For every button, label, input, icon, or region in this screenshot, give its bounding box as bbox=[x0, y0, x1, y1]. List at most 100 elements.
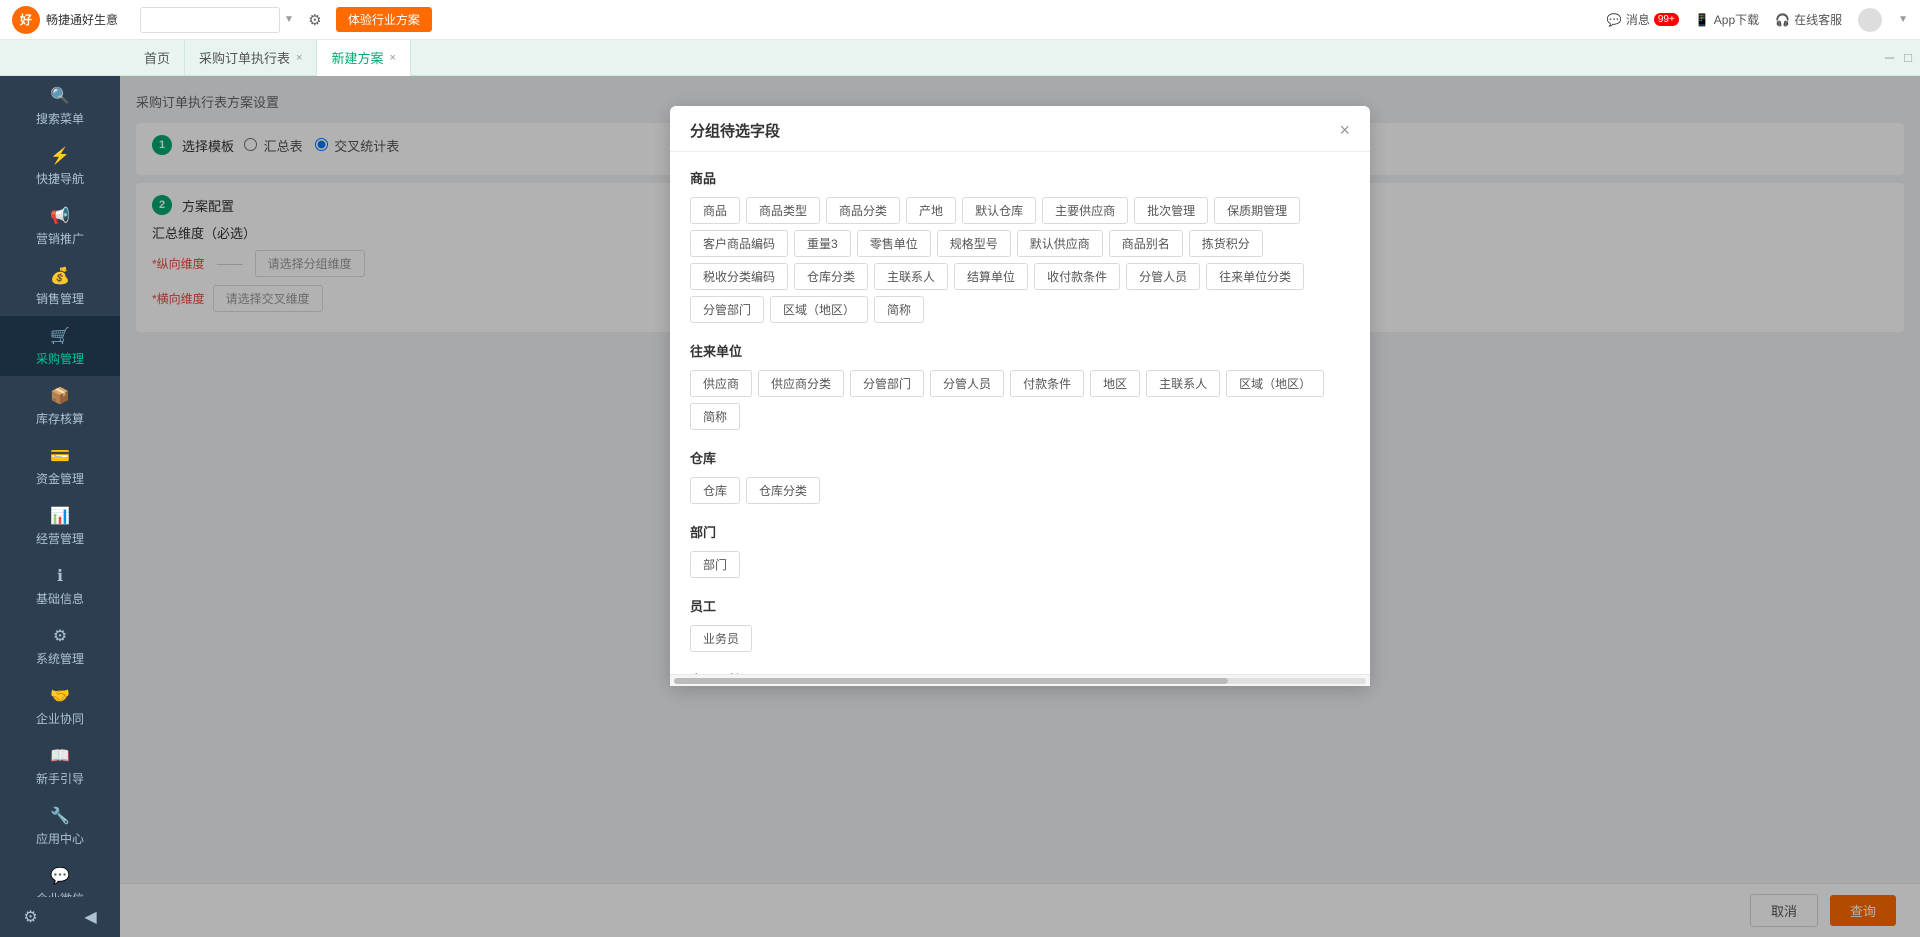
section-title-仓库: 仓库 bbox=[690, 448, 1350, 467]
field-tags-员工: 业务员 bbox=[690, 625, 1350, 652]
sidebar-item-quicknav[interactable]: ⚡ 快捷导航 bbox=[0, 136, 120, 196]
field-tag-地区[interactable]: 地区 bbox=[1090, 370, 1140, 397]
online-service-label: 在线客服 bbox=[1794, 11, 1842, 28]
sidebar-item-operations[interactable]: 📊 经营管理 bbox=[0, 496, 120, 556]
sidebar-item-appstore-label: 应用中心 bbox=[36, 830, 84, 847]
avatar[interactable] bbox=[1858, 8, 1882, 32]
tab-expand[interactable]: □ bbox=[1904, 50, 1912, 65]
modal-scroll-bar[interactable] bbox=[670, 674, 1370, 686]
modal: 分组待选字段 × 商品商品商品类型商品分类产地默认仓库主要供应商批次管理保质期管… bbox=[670, 106, 1370, 686]
field-tag-分管人员[interactable]: 分管人员 bbox=[930, 370, 1004, 397]
field-tag-往来单位分类[interactable]: 往来单位分类 bbox=[1206, 263, 1304, 290]
lightning-icon: ⚡ bbox=[50, 146, 70, 166]
field-tag-分管人员[interactable]: 分管人员 bbox=[1126, 263, 1200, 290]
sidebar-item-quicknav-label: 快捷导航 bbox=[36, 170, 84, 187]
sidebar-item-sales[interactable]: 💰 销售管理 bbox=[0, 256, 120, 316]
field-section-部门: 部门部门 bbox=[690, 522, 1350, 578]
field-tag-供应商[interactable]: 供应商 bbox=[690, 370, 752, 397]
tab-new-plan-label: 新建方案 bbox=[331, 48, 383, 67]
chevron-down-icon: ▼ bbox=[284, 14, 294, 25]
sidebar-item-system-label: 系统管理 bbox=[36, 650, 84, 667]
sidebar-item-base[interactable]: ℹ 基础信息 bbox=[0, 556, 120, 616]
sidebar-item-operations-label: 经营管理 bbox=[36, 530, 84, 547]
field-tag-默认仓库[interactable]: 默认仓库 bbox=[962, 197, 1036, 224]
sidebar-collapse-btn[interactable]: ◀ bbox=[84, 907, 96, 927]
field-tag-供应商分类[interactable]: 供应商分类 bbox=[758, 370, 844, 397]
field-tag-商品分类[interactable]: 商品分类 bbox=[826, 197, 900, 224]
user-dropdown[interactable]: ▼ bbox=[1898, 14, 1908, 25]
sidebar-item-appstore[interactable]: 🔧 应用中心 bbox=[0, 796, 120, 856]
field-tag-分管部门[interactable]: 分管部门 bbox=[690, 296, 764, 323]
field-tag-仓库分类[interactable]: 仓库分类 bbox=[794, 263, 868, 290]
tab-minimize[interactable]: － bbox=[1883, 48, 1896, 67]
money-icon: 💰 bbox=[50, 266, 70, 286]
field-tag-规格型号[interactable]: 规格型号 bbox=[937, 230, 1011, 257]
section-title-部门: 部门 bbox=[690, 522, 1350, 541]
field-tag-分管部门[interactable]: 分管部门 bbox=[850, 370, 924, 397]
field-tag-简称[interactable]: 简称 bbox=[690, 403, 740, 430]
search-input[interactable] bbox=[140, 7, 280, 33]
tab-purchase-close[interactable]: × bbox=[296, 52, 302, 64]
online-service-item[interactable]: 🎧 在线客服 bbox=[1775, 11, 1842, 28]
field-section-仓库: 仓库仓库仓库分类 bbox=[690, 448, 1350, 504]
field-tag-部门[interactable]: 部门 bbox=[690, 551, 740, 578]
tab-home[interactable]: 首页 bbox=[130, 40, 185, 76]
tab-purchase-list[interactable]: 采购订单执行表 × bbox=[185, 40, 317, 76]
field-tag-批次管理[interactable]: 批次管理 bbox=[1134, 197, 1208, 224]
field-tag-客户商品编码[interactable]: 客户商品编码 bbox=[690, 230, 788, 257]
logo-icon: 好 bbox=[12, 6, 40, 34]
field-tag-主要供应商[interactable]: 主要供应商 bbox=[1042, 197, 1128, 224]
modal-close-button[interactable]: × bbox=[1339, 120, 1350, 141]
sidebar-item-finance[interactable]: 💳 资金管理 bbox=[0, 436, 120, 496]
top-right: 💬 消息 99+ 📱 App下载 🎧 在线客服 ▼ bbox=[1607, 8, 1908, 32]
field-tag-税收分类编码[interactable]: 税收分类编码 bbox=[690, 263, 788, 290]
field-tag-商品类型[interactable]: 商品类型 bbox=[746, 197, 820, 224]
sidebar-settings-btn[interactable]: ⚙ bbox=[23, 907, 37, 927]
gear-button[interactable]: ⚙ bbox=[302, 7, 328, 33]
sidebar-item-inventory[interactable]: 📦 库存核算 bbox=[0, 376, 120, 436]
field-tag-商品[interactable]: 商品 bbox=[690, 197, 740, 224]
field-tags-部门: 部门 bbox=[690, 551, 1350, 578]
field-tag-付款条件[interactable]: 付款条件 bbox=[1010, 370, 1084, 397]
sidebar-item-base-label: 基础信息 bbox=[36, 590, 84, 607]
sidebar: 🔍 搜索菜单 ⚡ 快捷导航 📢 营销推广 💰 销售管理 🛒 采购管理 📦 库存核… bbox=[0, 76, 120, 937]
cart-icon: 🛒 bbox=[50, 326, 70, 346]
sidebar-item-system[interactable]: ⚙ 系统管理 bbox=[0, 616, 120, 676]
sidebar-item-search[interactable]: 🔍 搜索菜单 bbox=[0, 76, 120, 136]
message-item[interactable]: 💬 消息 99+ bbox=[1607, 11, 1679, 28]
box-icon: 📦 bbox=[50, 386, 70, 406]
sidebar-item-purchase[interactable]: 🛒 采购管理 bbox=[0, 316, 120, 376]
search-icon: 🔍 bbox=[50, 86, 70, 106]
field-tag-仓库分类[interactable]: 仓库分类 bbox=[746, 477, 820, 504]
field-tag-业务员[interactable]: 业务员 bbox=[690, 625, 752, 652]
field-tag-主联系人[interactable]: 主联系人 bbox=[1146, 370, 1220, 397]
field-tag-仓库[interactable]: 仓库 bbox=[690, 477, 740, 504]
field-tag-零售单位[interactable]: 零售单位 bbox=[857, 230, 931, 257]
field-tag-商品别名[interactable]: 商品别名 bbox=[1109, 230, 1183, 257]
field-tag-区域（地区）[interactable]: 区域（地区） bbox=[770, 296, 868, 323]
tab-new-plan-close[interactable]: × bbox=[389, 52, 395, 64]
app-download-item[interactable]: 📱 App下载 bbox=[1695, 11, 1759, 28]
field-tag-结算单位[interactable]: 结算单位 bbox=[954, 263, 1028, 290]
tab-new-plan[interactable]: 新建方案 × bbox=[317, 40, 410, 76]
field-tag-保质期管理[interactable]: 保质期管理 bbox=[1214, 197, 1300, 224]
field-tag-产地[interactable]: 产地 bbox=[906, 197, 956, 224]
field-tag-收付款条件[interactable]: 收付款条件 bbox=[1034, 263, 1120, 290]
field-tag-区域（地区）[interactable]: 区域（地区） bbox=[1226, 370, 1324, 397]
sidebar-item-marketing[interactable]: 📢 营销推广 bbox=[0, 196, 120, 256]
field-tag-默认供应商[interactable]: 默认供应商 bbox=[1017, 230, 1103, 257]
field-tag-主联系人[interactable]: 主联系人 bbox=[874, 263, 948, 290]
field-section-商品: 商品商品商品类型商品分类产地默认仓库主要供应商批次管理保质期管理客户商品编码重量… bbox=[690, 168, 1350, 323]
sidebar-item-guide[interactable]: 📖 新手引导 bbox=[0, 736, 120, 796]
field-tag-简称[interactable]: 简称 bbox=[874, 296, 924, 323]
sidebar-item-collab[interactable]: 🤝 企业协同 bbox=[0, 676, 120, 736]
experience-button[interactable]: 体验行业方案 bbox=[336, 7, 432, 32]
field-tag-重量3[interactable]: 重量3 bbox=[794, 230, 851, 257]
field-tag-拣货积分[interactable]: 拣货积分 bbox=[1189, 230, 1263, 257]
message-icon: 💬 bbox=[1607, 13, 1622, 27]
sidebar-item-inventory-label: 库存核算 bbox=[36, 410, 84, 427]
sidebar-bottom: ⚙ ◀ bbox=[0, 897, 120, 937]
tool-icon: 🔧 bbox=[50, 806, 70, 826]
logo-text: 畅捷通好生意 bbox=[46, 11, 118, 28]
sidebar-item-marketing-label: 营销推广 bbox=[36, 230, 84, 247]
